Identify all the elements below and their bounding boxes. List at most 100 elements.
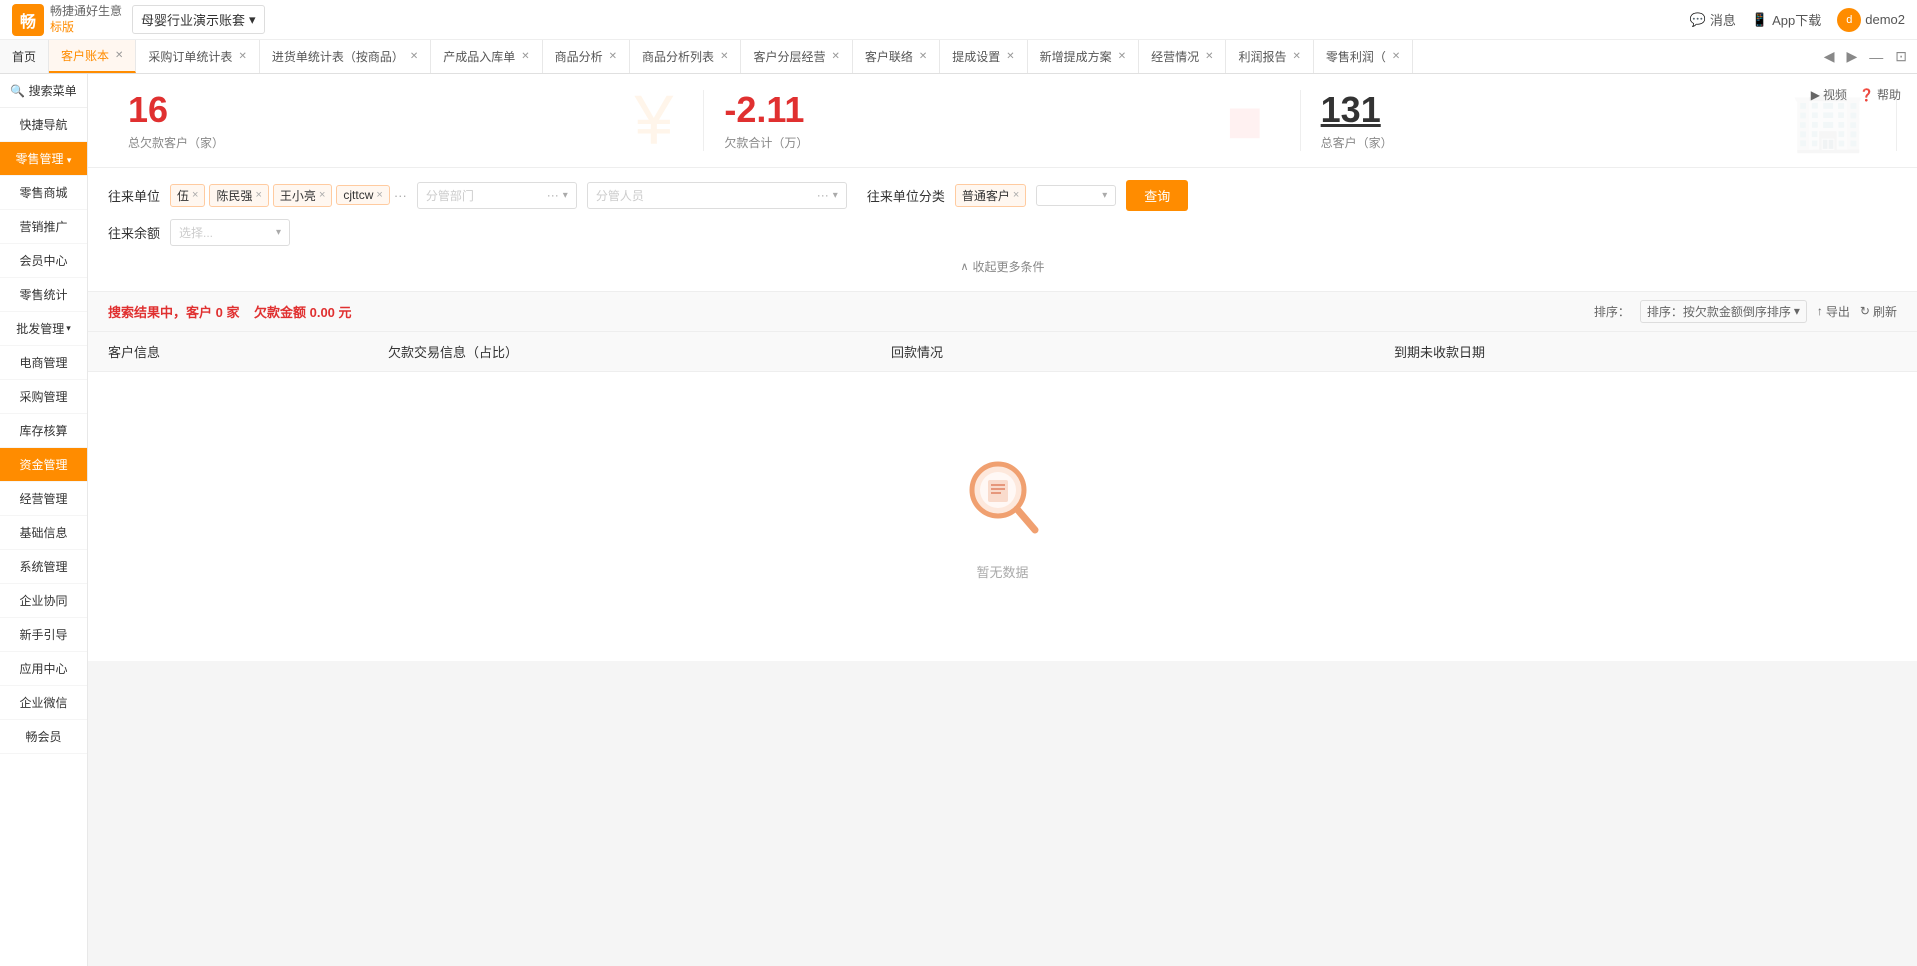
tab-cost-inbound[interactable]: 产成品入库单 ✕ — [431, 40, 542, 73]
tab-inbound-stats[interactable]: 进货单统计表（按商品） ✕ — [260, 40, 431, 73]
collapse-button[interactable]: ∧ 收起更多条件 — [108, 254, 1897, 279]
tab-close-inbound-stats[interactable]: ✕ — [410, 51, 418, 62]
table-header: 客户信息 欠款交易信息（占比） 回款情况 到期未收款日期 — [88, 332, 1917, 372]
tag-wang-close[interactable]: × — [319, 189, 325, 201]
tab-next-arrow[interactable]: ▶ — [1842, 46, 1861, 67]
data-table: 客户信息 欠款交易信息（占比） 回款情况 到期未收款日期 — [88, 332, 1917, 661]
sidebar-item-basic-info[interactable]: 基础信息 — [0, 516, 87, 550]
tab-close-business-status[interactable]: ✕ — [1205, 51, 1213, 62]
tab-close-product-analysis-list[interactable]: ✕ — [720, 51, 728, 62]
sidebar-item-app-center[interactable]: 应用中心 — [0, 652, 87, 686]
account-selector[interactable]: 母婴行业演示账套 — [132, 5, 265, 34]
tab-close-purchase-orders[interactable]: ✕ — [238, 51, 246, 62]
customers-tab-label: 客户账本 — [61, 47, 109, 64]
sidebar: 🔍 搜索菜单 快捷导航 零售管理 ▾ 零售商城 营销推广 会员中心 零售统计 批… — [0, 74, 88, 966]
tab-purchase-orders[interactable]: 采购订单统计表 ✕ — [136, 40, 259, 73]
tag-cjttcw-close[interactable]: × — [376, 189, 382, 201]
normal-customer-label: 普通客户 — [962, 187, 1010, 204]
results-info: 搜索结果中，客户 0 家 欠款金额 0.00 元 — [108, 302, 352, 321]
sort-select[interactable]: 排序：按欠款金额倒序排序 — [1640, 300, 1807, 323]
export-icon: ↑ — [1817, 304, 1823, 318]
tab-product-analysis[interactable]: 商品分析 ✕ — [543, 40, 630, 73]
refresh-button[interactable]: ↻ 刷新 — [1860, 303, 1897, 320]
sidebar-item-retail[interactable]: 零售管理 ▾ — [0, 142, 87, 176]
sidebar-item-system[interactable]: 系统管理 — [0, 550, 87, 584]
reminder-settings-tab-label: 提成设置 — [952, 48, 1000, 65]
dept-filter-dots[interactable]: ··· — [547, 188, 559, 202]
tab-home[interactable]: 首页 — [0, 40, 49, 73]
customer-contact-tab-label: 客户联络 — [865, 48, 913, 65]
tag-chen-close[interactable]: × — [255, 189, 261, 201]
tab-minimize-icon[interactable]: — — [1865, 47, 1887, 67]
sidebar-item-member[interactable]: 会员中心 — [0, 244, 87, 278]
sidebar-item-marketing[interactable]: 营销推广 — [0, 210, 87, 244]
normal-customer-close[interactable]: × — [1013, 189, 1019, 201]
tab-new-achievement[interactable]: 新增提成方案 ✕ — [1028, 40, 1139, 73]
unit-type-tag-group: 普通客户 × — [955, 184, 1026, 207]
sidebar-item-ecommerce[interactable]: 电商管理 — [0, 346, 87, 380]
product-analysis-list-tab-label: 商品分析列表 — [642, 48, 714, 65]
video-button[interactable]: ▶ 视频 — [1811, 86, 1847, 103]
sidebar-item-inventory[interactable]: 库存核算 — [0, 414, 87, 448]
tag-wu-label: 伍 — [177, 187, 189, 204]
sidebar-item-vip-member[interactable]: 畅会员 — [0, 720, 87, 754]
help-button[interactable]: ❓ 帮助 — [1859, 86, 1901, 103]
retail-profit-tab-label: 零售利润（ — [1326, 48, 1386, 65]
export-button[interactable]: ↑ 导出 — [1817, 303, 1850, 320]
sidebar-item-retail-mall[interactable]: 零售商城 — [0, 176, 87, 210]
person-filter-select[interactable]: 分管人员 ··· — [587, 182, 847, 209]
filter-more-tags[interactable]: ··· — [394, 188, 407, 203]
tab-close-product-analysis[interactable]: ✕ — [609, 51, 617, 62]
message-button[interactable]: 💬 消息 — [1690, 10, 1736, 29]
tab-close-customers[interactable]: ✕ — [115, 50, 123, 61]
content-area: ¥ 16 总欠款客户（家） ◆ -2.11 欠款合计（万） 🏢 131 总客户（… — [88, 74, 1917, 966]
balance-filter-select[interactable]: 选择... — [170, 219, 290, 246]
unit-type-select[interactable] — [1036, 185, 1116, 206]
sidebar-search[interactable]: 🔍 搜索菜单 — [0, 74, 87, 108]
tab-close-cost-inbound[interactable]: ✕ — [521, 51, 529, 62]
search-icon: 🔍 — [10, 84, 25, 98]
sidebar-item-enterprise-coop[interactable]: 企业协同 — [0, 584, 87, 618]
sidebar-item-finance[interactable]: 资金管理 — [0, 448, 87, 482]
unit-tag-group: 伍 × 陈民强 × 王小亮 × cjttcw × ··· — [170, 184, 407, 207]
sidebar-item-operations[interactable]: 经营管理 — [0, 482, 87, 516]
sidebar-item-purchase[interactable]: 采购管理 — [0, 380, 87, 414]
main-layout: 🔍 搜索菜单 快捷导航 零售管理 ▾ 零售商城 营销推广 会员中心 零售统计 批… — [0, 74, 1917, 966]
tab-close-retail-profit[interactable]: ✕ — [1392, 51, 1400, 62]
tab-close-customer-tier[interactable]: ✕ — [831, 51, 839, 62]
sidebar-quick-nav[interactable]: 快捷导航 — [0, 108, 87, 142]
tab-customer-contact[interactable]: 客户联络 ✕ — [853, 40, 940, 73]
tab-close-new-achievement[interactable]: ✕ — [1118, 51, 1126, 62]
tab-profit-report[interactable]: 利润报告 ✕ — [1226, 40, 1313, 73]
query-button[interactable]: 查询 — [1126, 180, 1188, 211]
unit-filter-label: 往来单位 — [108, 186, 160, 205]
tab-customer-tier[interactable]: 客户分层经营 ✕ — [741, 40, 852, 73]
tab-prev-arrow[interactable]: ◀ — [1820, 46, 1839, 67]
logo-area: 畅 畅捷通好生意 标版 — [12, 4, 122, 36]
user-avatar[interactable]: d demo2 — [1837, 8, 1905, 32]
sidebar-item-retail-stats[interactable]: 零售统计 — [0, 278, 87, 312]
tab-retail-profit[interactable]: 零售利润（ ✕ — [1314, 40, 1413, 73]
all-customers-value: 131 — [1321, 90, 1381, 130]
tab-close-profit-report[interactable]: ✕ — [1293, 51, 1301, 62]
tab-reminder-settings[interactable]: 提成设置 ✕ — [940, 40, 1027, 73]
tab-customers[interactable]: 客户账本 ✕ — [49, 40, 136, 73]
table-col-1: 客户信息 — [108, 342, 388, 361]
sidebar-item-new-guide[interactable]: 新手引导 — [0, 618, 87, 652]
tab-maximize-icon[interactable]: ⊡ — [1891, 46, 1911, 67]
chevron-down-icon — [249, 12, 256, 28]
stat-block-customers: ¥ 16 总欠款客户（家） — [108, 90, 704, 151]
filter-tag-wang: 王小亮 × — [273, 184, 332, 207]
person-filter-dots[interactable]: ··· — [817, 188, 829, 202]
tab-business-status[interactable]: 经营情况 ✕ — [1139, 40, 1226, 73]
tab-close-reminder-settings[interactable]: ✕ — [1006, 51, 1014, 62]
tab-close-customer-contact[interactable]: ✕ — [919, 51, 927, 62]
tag-wu-close[interactable]: × — [192, 189, 198, 201]
app-download-button[interactable]: 📱 App下载 — [1752, 10, 1821, 29]
chevron-down-icon: ▾ — [67, 155, 72, 165]
header-left: 畅 畅捷通好生意 标版 母婴行业演示账套 — [12, 4, 265, 36]
tab-product-analysis-list[interactable]: 商品分析列表 ✕ — [630, 40, 741, 73]
sidebar-item-enterprise-wechat[interactable]: 企业微信 — [0, 686, 87, 720]
dept-filter-select[interactable]: 分管部门 ··· — [417, 182, 577, 209]
sidebar-item-wholesale[interactable]: 批发管理 ▾ — [0, 312, 87, 346]
